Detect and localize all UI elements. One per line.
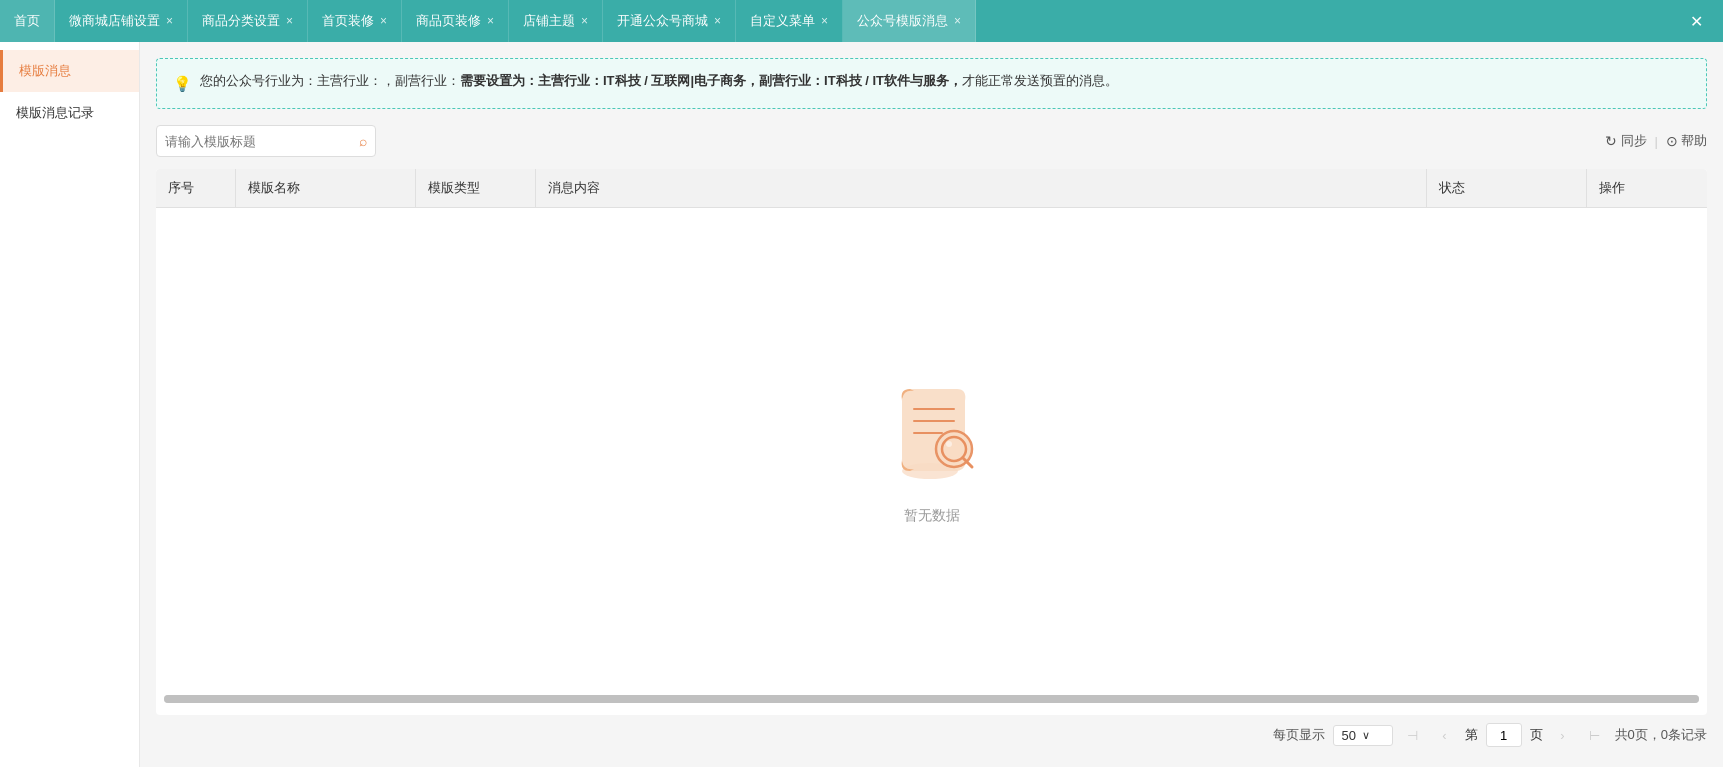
page-number-input[interactable] [1486,723,1522,747]
tab-close-store-theme[interactable]: × [581,14,588,28]
tab-close-custom-menu[interactable]: × [821,14,828,28]
sidebar-item-template-message[interactable]: 模版消息 [0,50,139,92]
tab-home-decor[interactable]: 首页装修× [308,0,402,42]
tab-wechat-shop[interactable]: 微商城店铺设置× [55,0,188,42]
next-page-button[interactable]: › [1551,723,1575,747]
notice-suffix: 才能正常发送预置的消息。 [962,73,1118,88]
tab-close-home-decor[interactable]: × [380,14,387,28]
scrollbar-area [156,687,1707,715]
svg-point-7 [946,441,952,447]
col-seq: 序号 [156,169,236,207]
tab-store-theme[interactable]: 店铺主题× [509,0,603,42]
window-close-button[interactable]: ✕ [1682,8,1711,35]
pagination-row: 每页显示 50 ∨ ⊣ ‹ 第 页 › ⊢ 共0页，0条记录 [156,715,1707,751]
main-layout: 模版消息模版消息记录 💡 您的公众号行业为：主营行业：，副营行业：需要设置为：主… [0,42,1723,767]
notice-icon: 💡 [173,72,192,96]
tab-close-open-mall[interactable]: × [714,14,721,28]
content-area: 💡 您的公众号行业为：主营行业：，副营行业：需要设置为：主营行业：IT科技 / … [140,42,1723,767]
sidebar-item-template-message-record[interactable]: 模版消息记录 [0,92,139,134]
sync-label: 同步 [1621,132,1647,150]
per-page-label: 每页显示 [1273,726,1325,744]
tab-home[interactable]: 首页 [0,0,55,42]
notice-highlight: 需要设置为：主营行业：IT科技 / 互联网|电子商务，副营行业：IT科技 / I… [460,73,962,88]
col-status: 状态 [1427,169,1587,207]
tab-close-template-msg[interactable]: × [954,14,961,28]
help-button[interactable]: ⊙ 帮助 [1666,132,1707,150]
page-label-before: 第 [1465,726,1478,744]
tab-open-mall[interactable]: 开通公众号商城× [603,0,736,42]
search-row: ⌕ ↻ 同步 | ⊙ 帮助 [156,125,1707,157]
col-action: 操作 [1587,169,1707,207]
tab-close-product-decor[interactable]: × [487,14,494,28]
empty-illustration [872,371,992,491]
scrollbar-thumb[interactable] [164,695,1699,703]
sidebar: 模版消息模版消息记录 [0,42,140,767]
sync-icon: ↻ [1605,133,1617,149]
help-icon: ⊙ [1666,133,1678,149]
tab-close-product-category[interactable]: × [286,14,293,28]
help-label: 帮助 [1681,132,1707,150]
table-wrapper: 序号 模版名称 模版类型 消息内容 状态 操作 [156,169,1707,715]
search-icon[interactable]: ⌕ [359,133,367,149]
col-template-name: 模版名称 [236,169,416,207]
empty-text: 暂无数据 [904,507,960,525]
tab-close-wechat-shop[interactable]: × [166,14,173,28]
notice-prefix: 您的公众号行业为：主营行业：，副营行业： [200,73,460,88]
sync-button[interactable]: ↻ 同步 [1605,132,1647,150]
toolbar-right: ↻ 同步 | ⊙ 帮助 [1605,132,1707,150]
notice-banner: 💡 您的公众号行业为：主营行业：，副营行业：需要设置为：主营行业：IT科技 / … [156,58,1707,109]
table-header: 序号 模版名称 模版类型 消息内容 状态 操作 [156,169,1707,208]
toolbar-divider: | [1655,134,1658,149]
per-page-select[interactable]: 50 ∨ [1333,725,1393,746]
tab-custom-menu[interactable]: 自定义菜单× [736,0,843,42]
notice-text: 您的公众号行业为：主营行业：，副营行业：需要设置为：主营行业：IT科技 / 互联… [200,71,1690,92]
last-page-button[interactable]: ⊢ [1583,723,1607,747]
per-page-value: 50 [1342,728,1356,743]
col-template-type: 模版类型 [416,169,536,207]
search-input[interactable] [165,134,359,149]
tab-template-msg[interactable]: 公众号模版消息× [843,0,976,42]
empty-state: 暂无数据 [156,208,1707,687]
prev-page-button[interactable]: ‹ [1433,723,1457,747]
tab-bar: 首页微商城店铺设置×商品分类设置×首页装修×商品页装修×店铺主题×开通公众号商城… [0,0,1723,42]
page-label-after: 页 [1530,726,1543,744]
tab-product-decor[interactable]: 商品页装修× [402,0,509,42]
search-box[interactable]: ⌕ [156,125,376,157]
col-message-content: 消息内容 [536,169,1427,207]
total-info: 共0页，0条记录 [1615,726,1707,744]
window-controls: ✕ [1682,8,1723,35]
horizontal-scrollbar[interactable] [164,695,1699,703]
per-page-chevron: ∨ [1362,729,1370,742]
first-page-button[interactable]: ⊣ [1401,723,1425,747]
tab-product-category[interactable]: 商品分类设置× [188,0,308,42]
